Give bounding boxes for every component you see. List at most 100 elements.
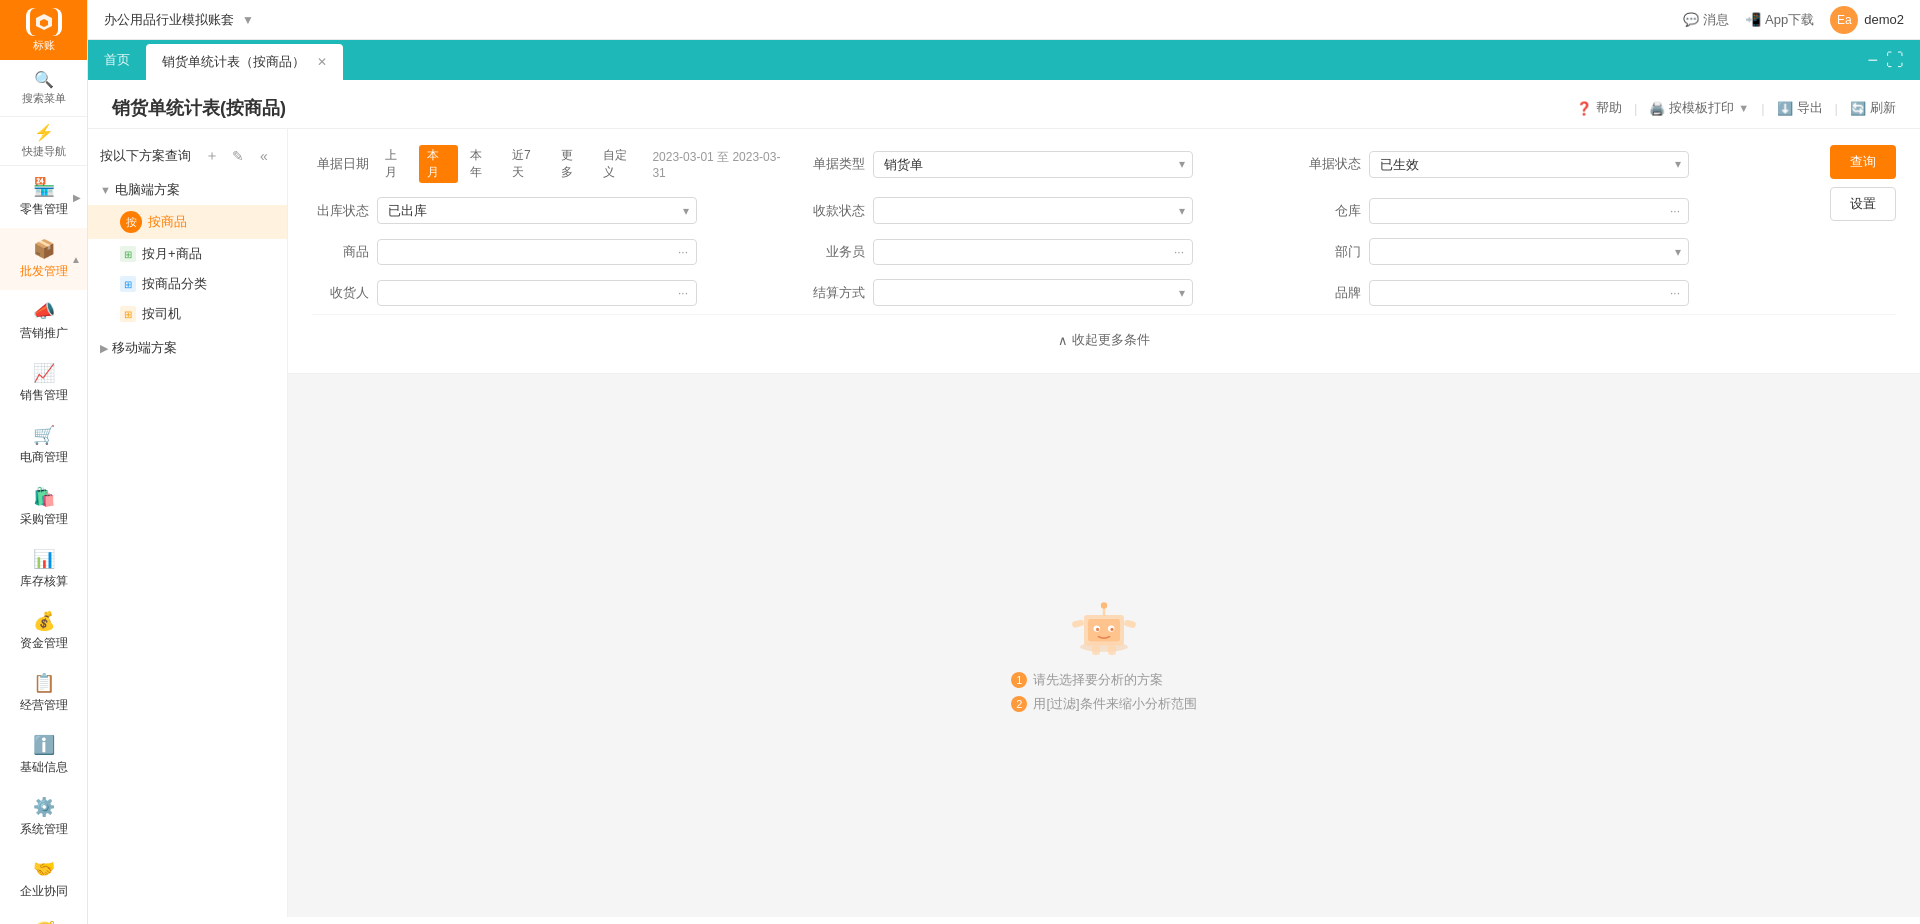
topbar-left: 办公用品行业模拟账套 ▼ xyxy=(104,11,254,29)
inventory-icon: 📊 xyxy=(33,548,55,570)
settlement-select[interactable] xyxy=(873,279,1193,306)
tab-minimize-icon[interactable]: − xyxy=(1867,50,1878,71)
app-download-label: App下载 xyxy=(1765,11,1814,29)
brand-dots-icon[interactable]: ··· xyxy=(1670,286,1680,300)
edit-scheme-btn[interactable]: ✎ xyxy=(227,145,249,167)
tree-item-by-month-product[interactable]: ⊞ 按月+商品 xyxy=(88,239,287,269)
tab-close-icon[interactable]: ✕ xyxy=(317,55,327,69)
purchase-icon: 🛍️ xyxy=(33,486,55,508)
quick-nav-icon: ⚡ xyxy=(34,123,54,142)
sidebar-enterprise-text: 企业协同 xyxy=(20,883,68,900)
sidebar-item-retail[interactable]: 🏪 零售管理 ▶ xyxy=(0,166,87,228)
print-arrow-icon: ▼ xyxy=(1738,102,1749,114)
settings-btn[interactable]: 设置 xyxy=(1830,187,1896,221)
tip-1-num: 1 xyxy=(1011,672,1027,688)
app-download-btn[interactable]: 📲 App下载 xyxy=(1745,11,1814,29)
avatar: Ea xyxy=(1830,6,1858,34)
warehouse-input-wrapper: ··· xyxy=(1369,198,1689,224)
help-label: 帮助 xyxy=(1596,99,1622,117)
page-header: 销货单统计表(按商品) ❓ 帮助 | 🖨️ 按模板打印 ▼ | ⬇️ 导出 | xyxy=(88,80,1920,129)
date-btn-this-month[interactable]: 本月 xyxy=(419,145,457,183)
collapse-panel-btn[interactable]: « xyxy=(253,145,275,167)
enterprise-icon: 🤝 xyxy=(33,858,55,880)
print-btn[interactable]: 🖨️ 按模板打印 ▼ xyxy=(1649,99,1749,117)
salesperson-input-wrapper: ··· xyxy=(873,239,1193,265)
sidebar-item-basic[interactable]: ℹ️ 基础信息 xyxy=(0,724,87,786)
refresh-btn[interactable]: 🔄 刷新 xyxy=(1850,99,1896,117)
sidebar-item-purchase[interactable]: 🛍️ 采购管理 xyxy=(0,476,87,538)
tree-desktop-header[interactable]: ▼ 电脑端方案 xyxy=(88,175,287,205)
recipient-dots-icon[interactable]: ··· xyxy=(678,286,688,300)
by-clerk-icon: ⊞ xyxy=(120,306,136,322)
export-label: 导出 xyxy=(1797,99,1823,117)
sidebar: 标账 🔍 搜索菜单 ⚡ 快捷导航 🏪 零售管理 ▶ 📦 批发管理 ▲ 📣 营销推… xyxy=(0,0,88,924)
product-dots-icon[interactable]: ··· xyxy=(678,245,688,259)
sidebar-item-enterprise[interactable]: 🤝 企业协同 xyxy=(0,848,87,910)
department-select[interactable] xyxy=(1369,238,1689,265)
brand-input-wrapper: ··· xyxy=(1369,280,1689,306)
tab-sales-stats[interactable]: 销货单统计表（按商品） ✕ xyxy=(146,44,343,80)
sidebar-item-newbie[interactable]: 🧭 新手引导 xyxy=(0,910,87,924)
tabbar: 首页 销货单统计表（按商品） ✕ − ⛶ xyxy=(88,40,1920,80)
left-panel-actions: ＋ ✎ « xyxy=(201,145,275,167)
query-btn[interactable]: 查询 xyxy=(1830,145,1896,179)
topbar: 办公用品行业模拟账套 ▼ 💬 消息 📲 App下载 Ea demo2 xyxy=(88,0,1920,40)
app-download-icon: 📲 xyxy=(1745,12,1761,27)
by-product-label: 按商品 xyxy=(148,213,187,231)
by-category-label: 按商品分类 xyxy=(142,275,207,293)
collapse-label: 收起更多条件 xyxy=(1072,331,1150,349)
sidebar-item-operations[interactable]: 📋 经营管理 xyxy=(0,662,87,724)
product-label: 商品 xyxy=(312,243,377,261)
doc-type-select[interactable]: 销货单 xyxy=(873,151,1193,178)
export-btn[interactable]: ⬇️ 导出 xyxy=(1777,99,1823,117)
tab-maximize-icon[interactable]: ⛶ xyxy=(1886,50,1904,71)
tab-home[interactable]: 首页 xyxy=(88,40,146,80)
sidebar-item-system[interactable]: ⚙️ 系统管理 xyxy=(0,786,87,848)
tree-item-by-category[interactable]: ⊞ 按商品分类 xyxy=(88,269,287,299)
warehouse-label: 仓库 xyxy=(1304,202,1369,220)
warehouse-status-select[interactable]: 已出库 xyxy=(377,197,697,224)
salesperson-dots-icon[interactable]: ··· xyxy=(1174,245,1184,259)
print-icon: 🖨️ xyxy=(1649,101,1665,116)
date-btn-custom[interactable]: 自定义 xyxy=(595,145,645,183)
warehouse-status-select-wrapper: 已出库 ▾ xyxy=(377,197,697,224)
sidebar-item-inventory[interactable]: 📊 库存核算 xyxy=(0,538,87,600)
tree-item-by-product[interactable]: 按 按商品 xyxy=(88,205,287,239)
right-area: 查询 设置 单据日期 上月 本月 本年 近7天 xyxy=(288,129,1920,917)
doc-status-select[interactable]: 已生效 xyxy=(1369,151,1689,178)
sidebar-finance-text: 资金管理 xyxy=(20,635,68,652)
sidebar-search-btn[interactable]: 🔍 搜索菜单 xyxy=(0,60,87,117)
tree-mobile-header[interactable]: ▶ 移动端方案 xyxy=(88,333,287,363)
date-buttons: 上月 本月 本年 近7天 更多 自定义 2023-03-01 至 2023-03… xyxy=(377,145,784,183)
sidebar-marketing-text: 营销推广 xyxy=(20,325,68,342)
print-label: 按模板打印 xyxy=(1669,99,1734,117)
settlement-label: 结算方式 xyxy=(808,284,873,302)
help-btn[interactable]: ❓ 帮助 xyxy=(1576,99,1622,117)
collapse-btn[interactable]: ∧ 收起更多条件 xyxy=(1050,323,1158,357)
payment-status-select[interactable] xyxy=(873,197,1193,224)
sidebar-item-finance[interactable]: 💰 资金管理 xyxy=(0,600,87,662)
topbar-title: 办公用品行业模拟账套 xyxy=(104,11,234,29)
date-btn-last-month[interactable]: 上月 xyxy=(377,145,415,183)
doc-type-label: 单据类型 xyxy=(808,155,873,173)
sidebar-item-wholesale[interactable]: 📦 批发管理 ▲ xyxy=(0,228,87,290)
filter-row-3: 商品 ··· 业务员 ··· xyxy=(312,238,1896,265)
date-btn-more[interactable]: 更多 xyxy=(553,145,591,183)
sidebar-wholesale-text: 批发管理 xyxy=(20,263,68,280)
sidebar-item-sales[interactable]: 📈 销售管理 xyxy=(0,352,87,414)
add-scheme-btn[interactable]: ＋ xyxy=(201,145,223,167)
messages-btn[interactable]: 💬 消息 xyxy=(1683,11,1729,29)
date-btn-7days[interactable]: 近7天 xyxy=(504,145,549,183)
tree-mobile-label: 移动端方案 xyxy=(112,339,177,357)
page-actions: ❓ 帮助 | 🖨️ 按模板打印 ▼ | ⬇️ 导出 | 🔄 刷新 xyxy=(1576,99,1896,117)
collapse-up-icon: ∧ xyxy=(1058,333,1068,348)
date-btn-this-year[interactable]: 本年 xyxy=(462,145,500,183)
sidebar-item-marketing[interactable]: 📣 营销推广 xyxy=(0,290,87,352)
user-menu[interactable]: Ea demo2 xyxy=(1830,6,1904,34)
tree-item-by-clerk[interactable]: ⊞ 按司机 xyxy=(88,299,287,329)
sidebar-quick-nav[interactable]: ⚡ 快捷导航 xyxy=(0,117,87,166)
sidebar-nav-text: 快捷导航 xyxy=(22,144,66,159)
sidebar-item-ecommerce[interactable]: 🛒 电商管理 xyxy=(0,414,87,476)
warehouse-dots-icon[interactable]: ··· xyxy=(1670,204,1680,218)
collapse-row: ∧ 收起更多条件 xyxy=(312,314,1896,365)
